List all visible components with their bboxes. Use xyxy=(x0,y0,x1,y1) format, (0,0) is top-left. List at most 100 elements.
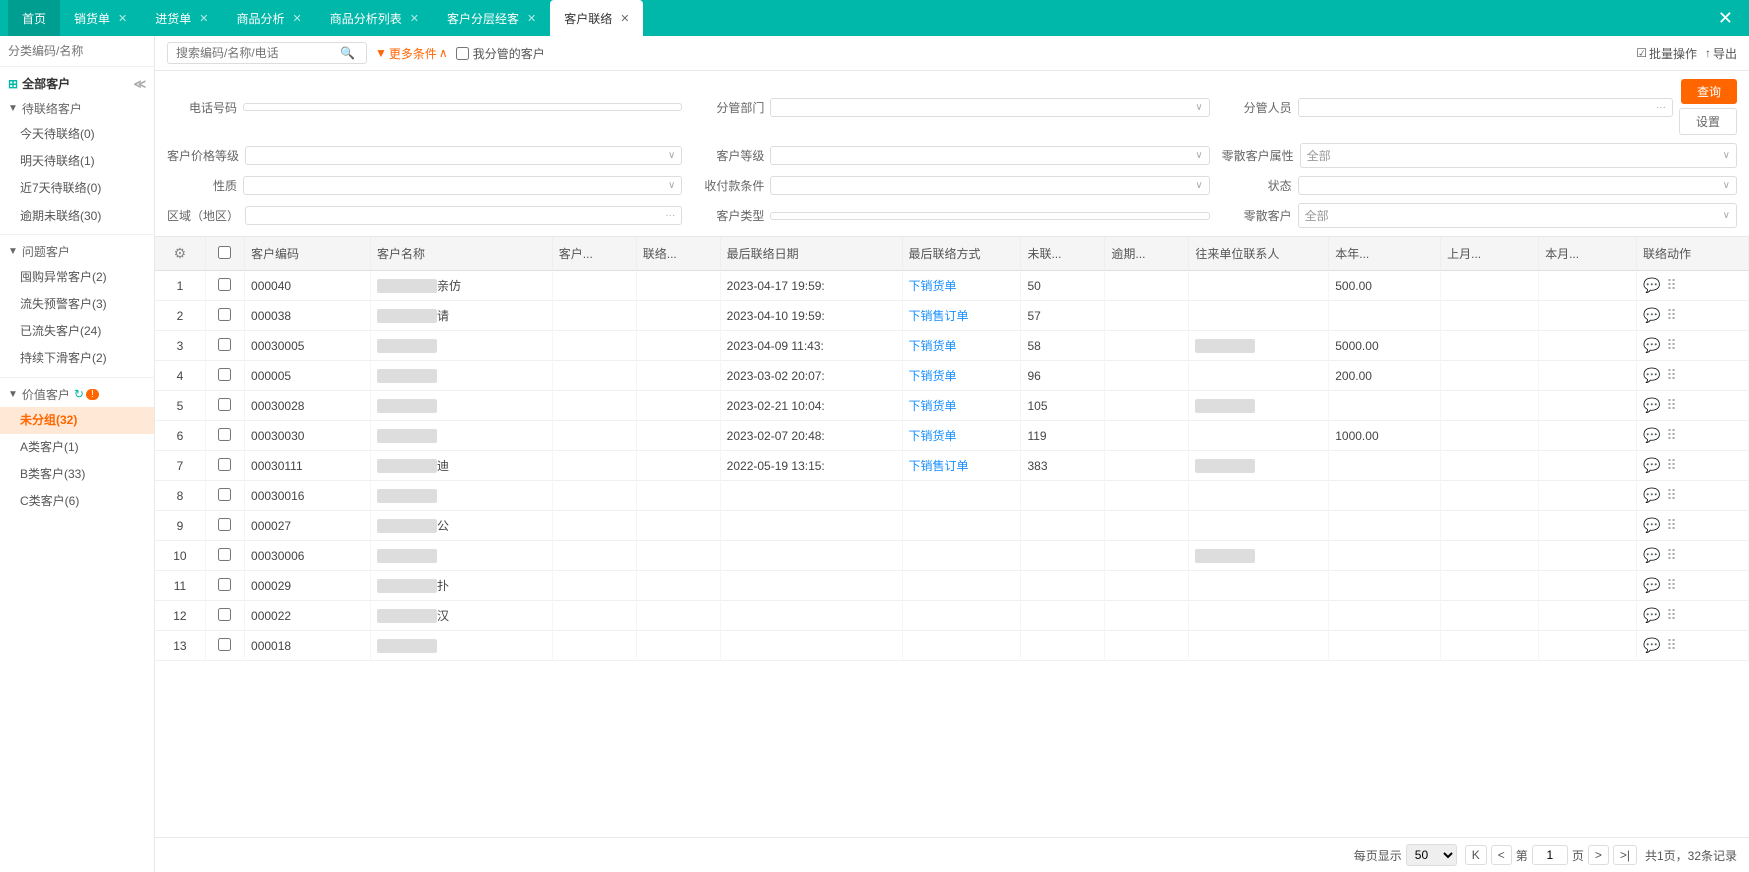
row-checkbox[interactable] xyxy=(218,368,231,381)
filter-customer-type-select[interactable] xyxy=(770,212,1209,220)
last-way-link[interactable]: 下销货单 xyxy=(909,369,957,383)
tab-product-analysis[interactable]: 商品分析 ✕ xyxy=(222,0,315,36)
filter-nature-select[interactable]: ∨ xyxy=(243,176,682,195)
more-icon[interactable]: ⠿ xyxy=(1666,577,1676,594)
th-overdue[interactable]: 逾期... xyxy=(1105,237,1189,271)
last-way-link[interactable]: 下销售订单 xyxy=(909,309,969,323)
tab-sales-close[interactable]: ✕ xyxy=(118,12,127,25)
filter-payment-select[interactable]: ∨ xyxy=(770,176,1209,195)
message-icon[interactable]: 💬 xyxy=(1643,607,1660,624)
last-page-button[interactable]: >| xyxy=(1613,845,1637,865)
row-checkbox[interactable] xyxy=(218,548,231,561)
message-icon[interactable]: 💬 xyxy=(1643,337,1660,354)
message-icon[interactable]: 💬 xyxy=(1643,367,1660,384)
sidebar-item-today-pending[interactable]: 今天待联络(0) xyxy=(0,121,154,148)
message-icon[interactable]: 💬 xyxy=(1643,457,1660,474)
export-button[interactable]: ↑ 导出 xyxy=(1705,45,1737,62)
th-this-year[interactable]: 本年... xyxy=(1329,237,1441,271)
sidebar-item-class-c[interactable]: C类客户(6) xyxy=(0,488,154,515)
last-way-link[interactable]: 下销货单 xyxy=(909,399,957,413)
refresh-icon[interactable]: ↻ xyxy=(74,387,84,401)
th-code[interactable]: 客户编码 xyxy=(245,237,371,271)
sidebar-item-tomorrow-pending[interactable]: 明天待联络(1) xyxy=(0,148,154,175)
sidebar-item-ungroup[interactable]: 未分组(32) xyxy=(0,407,154,434)
first-page-button[interactable]: K xyxy=(1465,845,1487,865)
th-last-date[interactable]: 最后联络日期 xyxy=(720,237,902,271)
row-checkbox[interactable] xyxy=(218,308,231,321)
filter-search-icon[interactable]: 🔍 xyxy=(340,46,355,60)
message-icon[interactable]: 💬 xyxy=(1643,577,1660,594)
th-last-month[interactable]: 上月... xyxy=(1441,237,1539,271)
sidebar-item-churned[interactable]: 已流失客户(24) xyxy=(0,318,154,345)
filter-more-button[interactable]: ▼ 更多条件 ∧ xyxy=(375,45,448,62)
th-partner[interactable]: 往来单位联系人 xyxy=(1189,237,1329,271)
batch-action-button[interactable]: ☑ 批量操作 xyxy=(1636,45,1697,62)
tab-purchase[interactable]: 进货单 ✕ xyxy=(141,0,222,36)
th-not-contact[interactable]: 未联... xyxy=(1021,237,1105,271)
search-button[interactable]: 查询 xyxy=(1681,79,1737,104)
message-icon[interactable]: 💬 xyxy=(1643,427,1660,444)
row-checkbox[interactable] xyxy=(218,578,231,591)
page-number-input[interactable] xyxy=(1532,845,1568,865)
tab-customer-contact[interactable]: 客户联络 ✕ xyxy=(550,0,643,36)
more-icon[interactable]: ⠿ xyxy=(1666,277,1676,294)
reset-button[interactable]: 设置 xyxy=(1679,108,1737,135)
my-customers-checkbox[interactable] xyxy=(456,47,469,60)
tab-customer-segment[interactable]: 客户分层经客 ✕ xyxy=(433,0,550,36)
tab-customer-contact-close[interactable]: ✕ xyxy=(620,12,629,25)
filter-dept-select[interactable]: ∨ xyxy=(770,98,1209,117)
row-checkbox[interactable] xyxy=(218,518,231,531)
more-icon[interactable]: ⠿ xyxy=(1666,427,1676,444)
message-icon[interactable]: 💬 xyxy=(1643,637,1660,654)
select-all-checkbox[interactable] xyxy=(218,246,231,259)
tab-product-analysis-close[interactable]: ✕ xyxy=(293,12,302,25)
sidebar-group-pending[interactable]: ▼ 待联络客户 xyxy=(0,96,154,121)
window-close-button[interactable]: ✕ xyxy=(1710,8,1741,29)
th-name[interactable]: 客户名称 xyxy=(370,237,552,271)
page-size-select[interactable]: 50 100 200 xyxy=(1406,844,1457,866)
last-way-link[interactable]: 下销货单 xyxy=(909,339,957,353)
prev-page-button[interactable]: < xyxy=(1491,845,1512,865)
filter-manager-select[interactable]: ··· xyxy=(1298,98,1673,117)
message-icon[interactable]: 💬 xyxy=(1643,487,1660,504)
last-way-link[interactable]: 下销货单 xyxy=(909,279,957,293)
row-checkbox[interactable] xyxy=(218,608,231,621)
last-way-link[interactable]: 下销货单 xyxy=(909,429,957,443)
sidebar-item-hoarding[interactable]: 囤购异常客户(2) xyxy=(0,264,154,291)
filter-phone-input[interactable] xyxy=(243,103,682,111)
more-icon[interactable]: ⠿ xyxy=(1666,547,1676,564)
more-icon[interactable]: ⠿ xyxy=(1666,517,1676,534)
tab-home[interactable]: 首页 xyxy=(8,0,60,36)
more-icon[interactable]: ⠿ xyxy=(1666,367,1676,384)
more-icon[interactable]: ⠿ xyxy=(1666,397,1676,414)
sidebar-item-class-b[interactable]: B类客户(33) xyxy=(0,461,154,488)
th-type[interactable]: 客户... xyxy=(552,237,636,271)
message-icon[interactable]: 💬 xyxy=(1643,517,1660,534)
more-icon[interactable]: ⠿ xyxy=(1666,637,1676,654)
row-checkbox[interactable] xyxy=(218,278,231,291)
table-settings-icon[interactable]: ⚙ xyxy=(174,245,187,261)
th-contact[interactable]: 联络... xyxy=(636,237,720,271)
more-icon[interactable]: ⠿ xyxy=(1666,337,1676,354)
message-icon[interactable]: 💬 xyxy=(1643,547,1660,564)
next-page-button[interactable]: > xyxy=(1588,845,1609,865)
tab-customer-segment-close[interactable]: ✕ xyxy=(527,12,536,25)
th-this-month[interactable]: 本月... xyxy=(1539,237,1637,271)
message-icon[interactable]: 💬 xyxy=(1643,307,1660,324)
row-checkbox[interactable] xyxy=(218,458,231,471)
sidebar-item-week-pending[interactable]: 近7天待联络(0) xyxy=(0,175,154,202)
sidebar-group-value[interactable]: ▼ 价值客户 ↻ ! xyxy=(0,382,154,407)
sidebar-group-problem[interactable]: ▼ 问题客户 xyxy=(0,239,154,264)
row-checkbox[interactable] xyxy=(218,428,231,441)
sidebar-search-input[interactable] xyxy=(8,44,155,58)
more-icon[interactable]: ⠿ xyxy=(1666,607,1676,624)
row-checkbox[interactable] xyxy=(218,338,231,351)
filter-status-select[interactable]: ∨ xyxy=(1298,176,1737,195)
th-last-way[interactable]: 最后联络方式 xyxy=(902,237,1021,271)
filter-region-select[interactable]: ··· xyxy=(245,206,682,225)
sidebar-item-class-a[interactable]: A类客户(1) xyxy=(0,434,154,461)
last-way-link[interactable]: 下销售订单 xyxy=(909,459,969,473)
sidebar-item-declining[interactable]: 持续下滑客户(2) xyxy=(0,345,154,372)
more-icon[interactable]: ⠿ xyxy=(1666,487,1676,504)
sidebar-item-overdue-pending[interactable]: 逾期未联络(30) xyxy=(0,203,154,230)
